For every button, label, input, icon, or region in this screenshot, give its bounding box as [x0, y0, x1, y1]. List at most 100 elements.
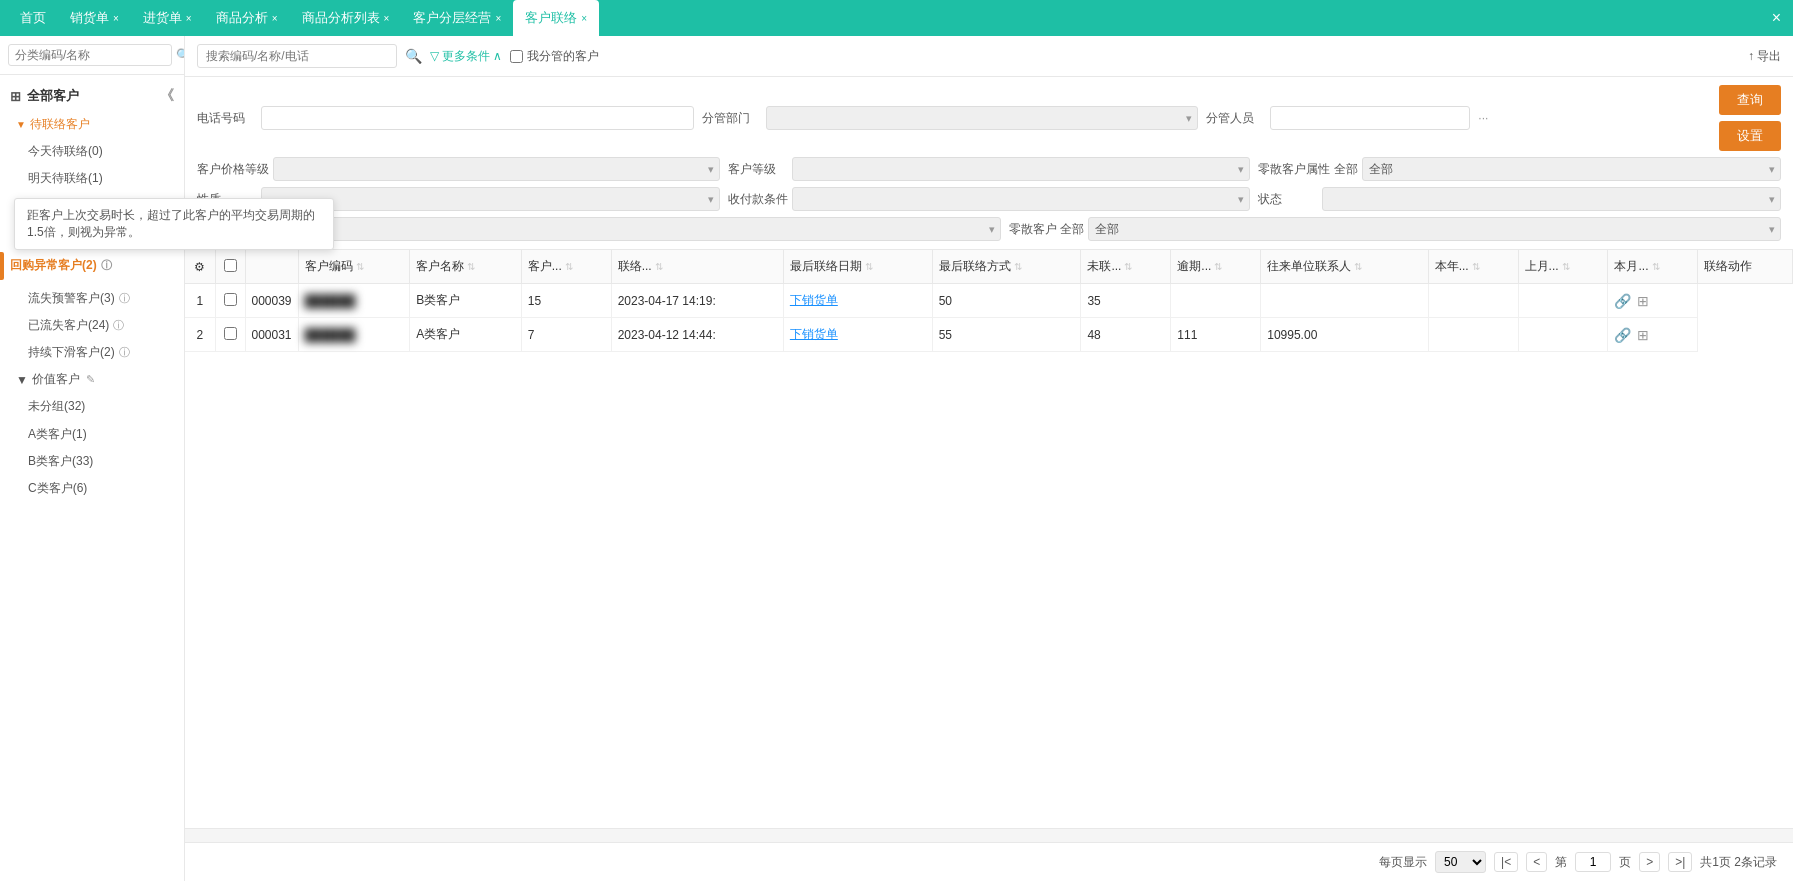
sort-thismonth-icon[interactable]: ⇅	[1652, 261, 1660, 272]
main-layout: 🔍 ⊞ 全部客户 《 ▼ 待联络客户 今天待联络(0) 明天待联络(1) 近7天…	[0, 36, 1793, 881]
filter-payment-select[interactable]	[792, 187, 1251, 211]
sort-name-icon[interactable]: ⇅	[467, 261, 475, 272]
sort-method-icon[interactable]: ⇅	[1014, 261, 1022, 272]
row1-grid-icon[interactable]: ⊞	[1637, 293, 1649, 309]
filter-customer-level-select[interactable]	[792, 157, 1251, 181]
sidebar-item-a-class[interactable]: A类客户(1)	[0, 421, 184, 448]
nav-close-analysis-list[interactable]: ×	[384, 13, 390, 24]
sort-contact-icon[interactable]: ⇅	[655, 261, 663, 272]
row2-name: ██████	[298, 318, 410, 352]
filter-dept: 分管部门	[702, 106, 1199, 130]
per-page-select[interactable]: 50 10 20 100	[1435, 851, 1486, 873]
nav-close-purchase[interactable]: ×	[186, 13, 192, 24]
col-this-month: 本月...⇅	[1608, 250, 1698, 284]
filter-bar: 🔍 ▽ 更多条件 ∧ 我分管的客户 ↑ 导出	[185, 36, 1793, 77]
sort-overdue-icon[interactable]: ⇅	[1214, 261, 1222, 272]
sort-lastmonth-icon[interactable]: ⇅	[1562, 261, 1570, 272]
nav-item-customer-tier[interactable]: 客户分层经营 ×	[401, 0, 513, 36]
sort-year-icon[interactable]: ⇅	[1472, 261, 1480, 272]
window-close-button[interactable]: ×	[1772, 9, 1781, 27]
row2-overdue: 48	[1081, 318, 1171, 352]
action-buttons: 查询 设置	[1719, 85, 1781, 151]
next-page-btn[interactable]: >	[1639, 852, 1660, 872]
sidebar-item-declining[interactable]: 持续下滑客户(2) ⓘ	[0, 339, 184, 366]
row1-link-icon[interactable]: 🔗	[1614, 293, 1631, 309]
sidebar-search-icon[interactable]: 🔍	[176, 48, 185, 62]
row2-last-month	[1428, 318, 1518, 352]
sidebar-all-customers[interactable]: ⊞ 全部客户 《	[0, 81, 184, 111]
sidebar-item-rebuy-abnormal[interactable]: 回购异常客户(2) ⓘ	[10, 257, 184, 274]
row1-last-month	[1428, 284, 1518, 318]
row1-checkbox[interactable]	[224, 293, 237, 306]
row2-last-date: 2023-04-12 14:44:	[611, 318, 783, 352]
row2-checkbox[interactable]	[224, 327, 237, 340]
sidebar-item-churned[interactable]: 已流失客户(24) ⓘ	[0, 312, 184, 339]
filter-dept-select[interactable]	[766, 106, 1199, 130]
first-page-btn[interactable]: |<	[1494, 852, 1518, 872]
sort-code-icon[interactable]: ⇅	[356, 261, 364, 272]
row2-actions: 🔗 ⊞	[1608, 318, 1698, 352]
filter-retail-customer-select[interactable]: 全部	[1088, 217, 1781, 241]
sort-date-icon[interactable]: ⇅	[865, 261, 873, 272]
main-content: 距客户上次交易时长，超过了此客户的平均交易周期的1.5倍，则视为异常。 🔍 ▽ …	[185, 36, 1793, 881]
more-conditions-toggle[interactable]: ▽ 更多条件 ∧	[430, 48, 502, 65]
sidebar-group-value[interactable]: ▼ 价值客户 ✎	[0, 366, 184, 393]
row2-method-link[interactable]: 下销货单	[790, 327, 838, 341]
prev-page-btn[interactable]: <	[1526, 852, 1547, 872]
sidebar-item-tomorrow[interactable]: 明天待联络(1)	[0, 165, 184, 192]
nav-item-customer-contact[interactable]: 客户联络 ×	[513, 0, 599, 36]
filter-status-select[interactable]	[1322, 187, 1781, 211]
filter-manager-input[interactable]	[1270, 106, 1470, 130]
row2-link-icon[interactable]: 🔗	[1614, 327, 1631, 343]
sort-contacts-icon[interactable]: ⇅	[1354, 261, 1362, 272]
select-all-checkbox[interactable]	[224, 259, 237, 272]
nav-close-analysis[interactable]: ×	[272, 13, 278, 24]
page-number-input[interactable]	[1575, 852, 1611, 872]
scroll-content	[185, 829, 1585, 830]
filter-customer-type-select[interactable]	[292, 217, 1001, 241]
edit-icon[interactable]: ✎	[86, 373, 95, 386]
nav-item-home[interactable]: 首页	[8, 0, 58, 36]
col-code: 客户编码⇅	[298, 250, 410, 284]
col-this-year: 本年...⇅	[1428, 250, 1518, 284]
sidebar-item-churn-warning[interactable]: 流失预警客户(3) ⓘ	[0, 285, 184, 312]
last-page-btn[interactable]: >|	[1668, 852, 1692, 872]
sidebar-search-input[interactable]	[8, 44, 172, 66]
sidebar-item-today[interactable]: 今天待联络(0)	[0, 138, 184, 165]
my-customers-filter[interactable]: 我分管的客户	[510, 48, 599, 65]
nav-close-customer-contact[interactable]: ×	[581, 13, 587, 24]
sidebar-item-ungrouped[interactable]: 未分组(32)	[0, 393, 184, 420]
sidebar-group-pending[interactable]: ▼ 待联络客户	[0, 111, 184, 138]
query-button[interactable]: 查询	[1719, 85, 1781, 115]
settings-col-icon[interactable]: ⚙	[194, 260, 205, 274]
filter-retail-attr-select[interactable]: 全部	[1362, 157, 1781, 181]
nav-close-customer-tier[interactable]: ×	[495, 13, 501, 24]
search-input[interactable]	[197, 44, 397, 68]
row1-method-link[interactable]: 下销货单	[790, 293, 838, 307]
table-row: 2 000031 ██████ A类客户 7 2023-04-12 14:44:	[185, 318, 1793, 352]
nav-close-sales[interactable]: ×	[113, 13, 119, 24]
settings-button[interactable]: 设置	[1719, 121, 1781, 151]
row2-grid-icon[interactable]: ⊞	[1637, 327, 1649, 343]
my-customers-checkbox[interactable]	[510, 50, 523, 63]
col-unreached: 未联...⇅	[1081, 250, 1171, 284]
nav-item-analysis-list[interactable]: 商品分析列表 ×	[290, 0, 402, 36]
sort-category-icon[interactable]: ⇅	[565, 261, 573, 272]
search-button[interactable]: 🔍	[405, 48, 422, 64]
filter-phone-input[interactable]	[261, 106, 694, 130]
info-icon: ⓘ	[101, 258, 112, 273]
total-records-label: 共1页 2条记录	[1700, 854, 1777, 871]
export-button[interactable]: ↑ 导出	[1748, 48, 1781, 65]
more-manager-icon[interactable]: ···	[1478, 111, 1488, 125]
filter-price-level-select[interactable]	[273, 157, 720, 181]
row1-overdue: 35	[1081, 284, 1171, 318]
col-contact-count: 联络...⇅	[611, 250, 783, 284]
nav-item-purchase[interactable]: 进货单 ×	[131, 0, 204, 36]
nav-item-analysis[interactable]: 商品分析 ×	[204, 0, 290, 36]
sort-unreached-icon[interactable]: ⇅	[1124, 261, 1132, 272]
sidebar-item-b-class[interactable]: B类客户(33)	[0, 448, 184, 475]
sidebar-item-c-class[interactable]: C类客户(6)	[0, 475, 184, 502]
nav-item-sales[interactable]: 销货单 ×	[58, 0, 131, 36]
horizontal-scrollbar[interactable]	[185, 828, 1793, 842]
sidebar-collapse-btn[interactable]: 《	[160, 87, 174, 105]
